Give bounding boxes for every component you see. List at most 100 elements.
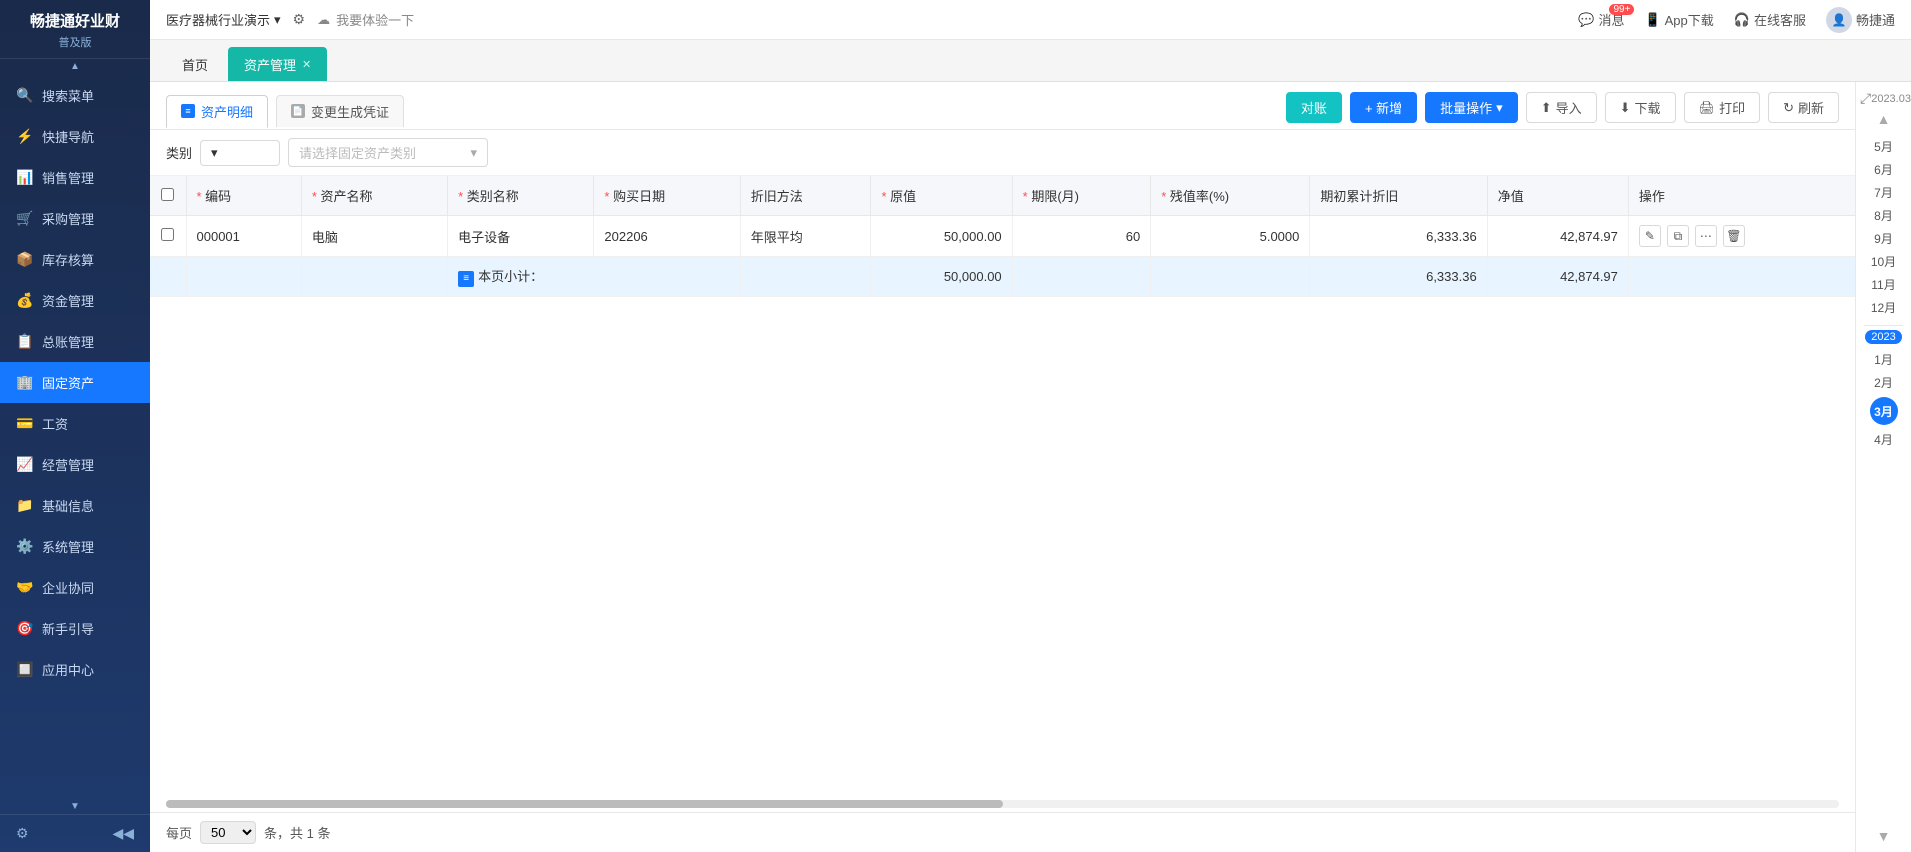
sidebar-item-应用中心[interactable]: 🔲 应用中心: [0, 649, 150, 690]
settings-gear-icon[interactable]: ⚙: [293, 11, 306, 28]
sidebar-scroll-down[interactable]: ▼: [0, 798, 150, 814]
sidebar-item-资金管理[interactable]: 💰 资金管理: [0, 280, 150, 321]
panel-bottom: ▼: [1877, 828, 1891, 852]
sidebar-item-快捷导航[interactable]: ⚡ 快捷导航: [0, 116, 150, 157]
panel-month-item[interactable]: 7月: [1856, 181, 1911, 204]
th-depreciation: 折旧方法: [740, 176, 871, 216]
refresh-button[interactable]: ↻ 刷新: [1768, 92, 1839, 123]
filter-category-input[interactable]: 请选择固定资产类别 ▾: [288, 138, 488, 167]
topbar: 医疗器械行业演示 ▾ ⚙ ☁ 我要体验一下 💬 消息 99+ 📱 App下载 🎧…: [150, 0, 1911, 40]
panel-month-item[interactable]: 8月: [1856, 204, 1911, 227]
logo-sub: 普及版: [59, 34, 92, 50]
sidebar-item-采购管理[interactable]: 🛒 采购管理: [0, 198, 150, 239]
tab-home[interactable]: 首页: [166, 47, 224, 81]
sidebar-item-固定资产[interactable]: 🏢 固定资产: [0, 362, 150, 403]
app-download-btn[interactable]: 📱 App下载: [1644, 10, 1713, 29]
app-label: App下载: [1665, 10, 1714, 29]
sidebar-item-系统管理[interactable]: ⚙️ 系统管理: [0, 526, 150, 567]
filter-category-label: 类别: [166, 143, 192, 162]
sidebar-item-搜索菜单[interactable]: 🔍 搜索菜单: [0, 75, 150, 116]
subtotal-initial-depreciation: 6,333.36: [1310, 257, 1487, 297]
cell-operations: ✎ ⧉ ⋯ 🗑: [1628, 216, 1855, 257]
company-selector[interactable]: 医疗器械行业演示 ▾: [166, 10, 281, 29]
import-button[interactable]: ⬆ 导入: [1526, 92, 1597, 123]
subtotal-original-value: 50,000.00: [871, 257, 1012, 297]
experience-text: 我要体验一下: [336, 10, 414, 29]
delete-btn[interactable]: 🗑: [1723, 225, 1745, 247]
cell-initial-depreciation: 6,333.36: [1310, 216, 1487, 257]
settings-icon[interactable]: ⚙: [16, 825, 29, 842]
batch-button[interactable]: 批量操作 ▾: [1425, 92, 1518, 123]
edit-btn[interactable]: ✎: [1639, 225, 1661, 247]
th-category: 类别名称: [448, 176, 594, 216]
panel-month-item[interactable]: 5月: [1856, 135, 1911, 158]
total-label: 条，共 1 条: [264, 823, 330, 842]
tabbar: 首页 资产管理 ✕: [150, 40, 1911, 82]
subtab-asset-detail[interactable]: ≡ 资产明细: [166, 95, 268, 128]
tab-close-icon[interactable]: ✕: [302, 58, 311, 71]
table-wrapper[interactable]: 编码 资产名称 类别名称 购买日期 折旧方法 原值 期限(月) 残值率(%) 期…: [150, 176, 1855, 796]
experience-btn[interactable]: ☁ 我要体验一下: [317, 10, 414, 29]
panel-month-item[interactable]: 10月: [1856, 250, 1911, 273]
sidebar-item-销售管理[interactable]: 📊 销售管理: [0, 157, 150, 198]
panel-month-item[interactable]: 4月: [1856, 428, 1911, 451]
service-label: 在线客服: [1754, 10, 1806, 29]
sidebar-label-2: 销售管理: [42, 168, 94, 187]
copy-btn[interactable]: ⧉: [1667, 225, 1689, 247]
panel-month-item[interactable]: 12月: [1856, 296, 1911, 319]
sidebar-icon-7: 🏢: [16, 373, 34, 391]
cell-original-value: 50,000.00: [871, 216, 1012, 257]
panel-nav-up[interactable]: ▲: [1877, 107, 1891, 131]
row-checkbox-0[interactable]: [161, 228, 174, 241]
expand-icon[interactable]: ⤢: [1860, 90, 1871, 107]
sidebar-item-库存核算[interactable]: 📦 库存核算: [0, 239, 150, 280]
panel-month-item[interactable]: 6月: [1856, 158, 1911, 181]
print-button[interactable]: 🖨 打印: [1684, 92, 1761, 123]
th-checkbox: [150, 176, 186, 216]
batch-dropdown-icon: ▾: [1496, 100, 1503, 116]
sidebar-item-工资[interactable]: 💳 工资: [0, 403, 150, 444]
sidebar-item-基础信息[interactable]: 📁 基础信息: [0, 485, 150, 526]
subtab-generate-voucher[interactable]: 📄 变更生成凭证: [276, 95, 404, 127]
sidebar-label-6: 总账管理: [42, 332, 94, 351]
messages-btn[interactable]: 💬 消息 99+: [1578, 10, 1624, 29]
tab-home-label: 首页: [182, 55, 208, 74]
select-all-checkbox[interactable]: [161, 188, 174, 201]
collapse-icon[interactable]: ◀◀: [112, 825, 134, 842]
sidebar-item-总账管理[interactable]: 📋 总账管理: [0, 321, 150, 362]
per-page-select[interactable]: 50 100 200: [200, 821, 256, 844]
th-code: 编码: [186, 176, 301, 216]
sidebar-nav: 🔍 搜索菜单 ⚡ 快捷导航 📊 销售管理 🛒 采购管理 📦 库存核算 💰 资金管…: [0, 75, 150, 799]
cell-period: 60: [1012, 216, 1151, 257]
logo-text: 畅捷通好业财: [30, 12, 120, 32]
add-button[interactable]: + 新增: [1350, 92, 1417, 123]
sidebar-label-10: 基础信息: [42, 496, 94, 515]
more-btn[interactable]: ⋯: [1695, 225, 1717, 247]
sidebar-icon-14: 🔲: [16, 660, 34, 678]
cell-purchase-date: 202206: [594, 216, 740, 257]
sidebar-scroll-up[interactable]: ▲: [0, 59, 150, 75]
reconcile-button[interactable]: 对账: [1286, 92, 1342, 123]
cell-net-value: 42,874.97: [1487, 216, 1628, 257]
panel-month-item[interactable]: 1月: [1856, 348, 1911, 371]
pagination-bar: 每页 50 100 200 条，共 1 条: [150, 812, 1855, 852]
horizontal-scrollbar[interactable]: [166, 800, 1839, 808]
download-button[interactable]: ⬇ 下载: [1605, 92, 1676, 123]
year-badge[interactable]: 2023: [1865, 330, 1901, 344]
sidebar-item-经营管理[interactable]: 📈 经营管理: [0, 444, 150, 485]
user-btn[interactable]: 👤 畅捷通: [1826, 7, 1895, 33]
sidebar-icon-8: 💳: [16, 414, 34, 432]
tab-asset-management[interactable]: 资产管理 ✕: [228, 47, 327, 81]
sidebar-item-企业协同[interactable]: 🤝 企业协同: [0, 567, 150, 608]
panel-month-item[interactable]: 11月: [1856, 273, 1911, 296]
app-icon: 📱: [1644, 12, 1660, 28]
sidebar-label-12: 企业协同: [42, 578, 94, 597]
panel-month-item[interactable]: 2月: [1856, 371, 1911, 394]
panel-month-item[interactable]: 9月: [1856, 227, 1911, 250]
panel-month-item[interactable]: 3月: [1856, 394, 1911, 428]
service-btn[interactable]: 🎧 在线客服: [1734, 10, 1806, 29]
panel-down-icon[interactable]: ▼: [1877, 828, 1891, 844]
sidebar-item-新手引导[interactable]: 🎯 新手引导: [0, 608, 150, 649]
username: 畅捷通: [1856, 10, 1895, 29]
filter-category-select[interactable]: ▾: [200, 140, 280, 166]
